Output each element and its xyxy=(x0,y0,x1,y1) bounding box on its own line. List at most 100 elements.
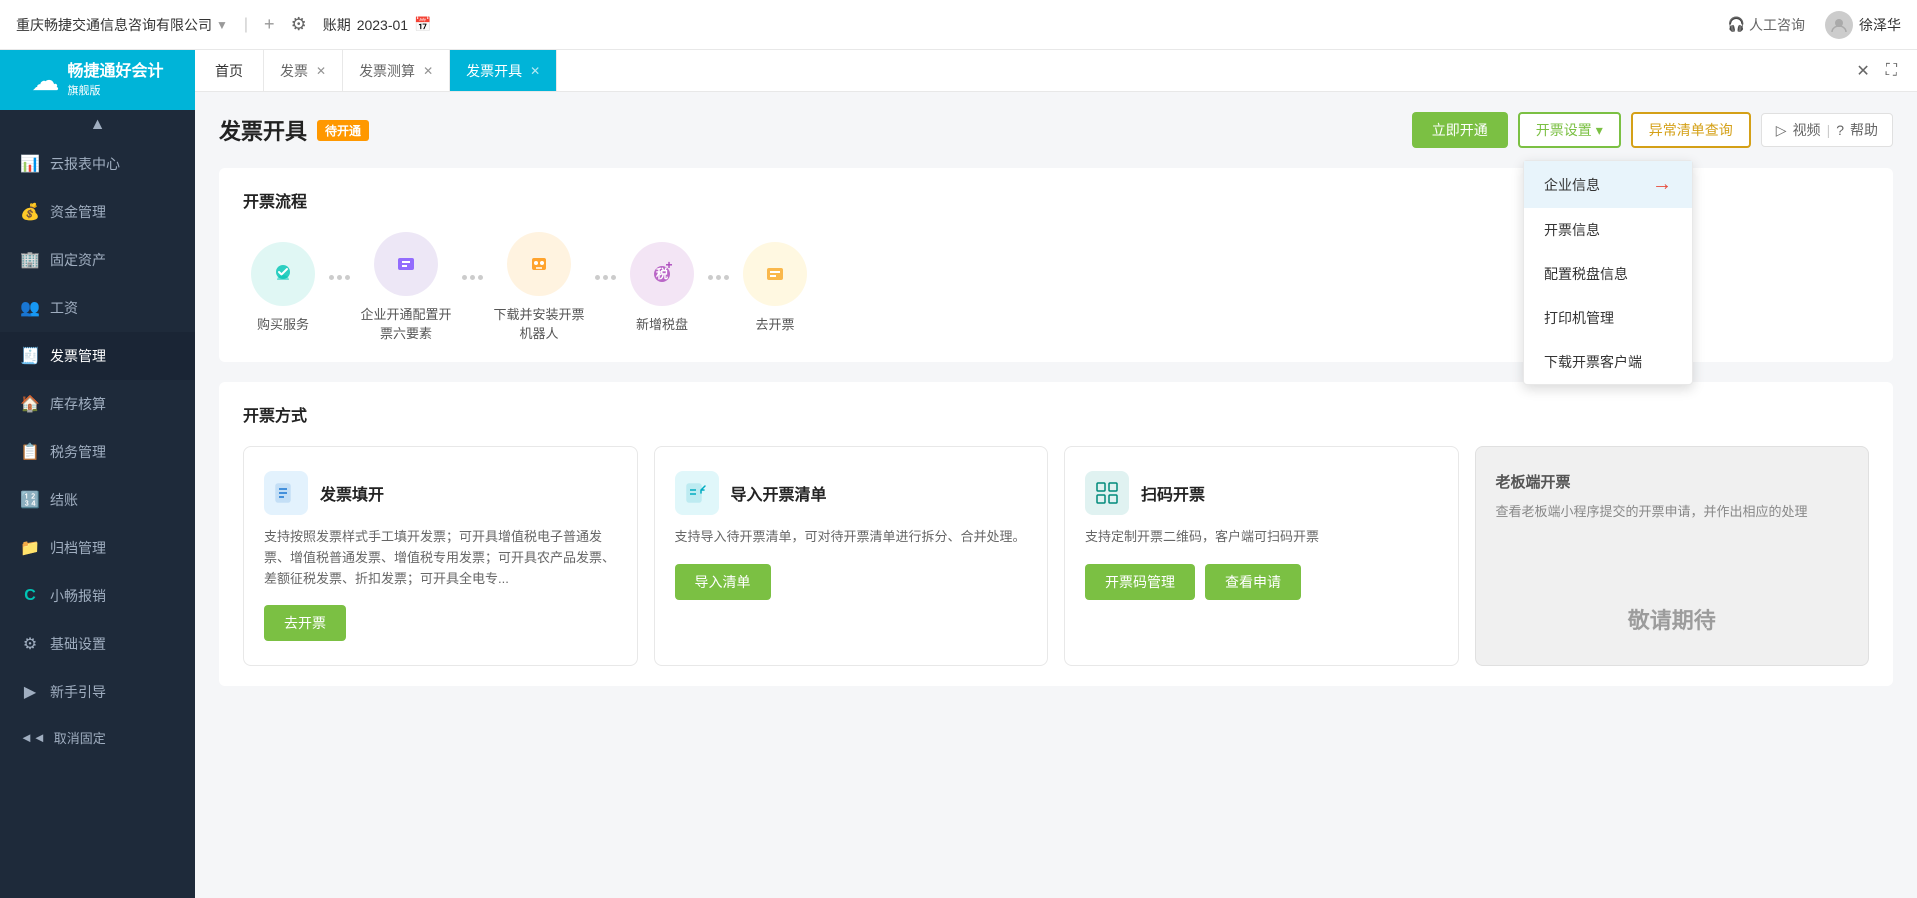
sidebar-item-fund-mgmt[interactable]: 💰 资金管理 xyxy=(0,188,195,236)
settings-icon: ⚙ xyxy=(20,634,40,654)
user-menu-button[interactable]: 徐泽华 xyxy=(1825,11,1901,39)
main-layout: ☁ 畅捷通好会计 旗舰版 ▲ 📊 云报表中心 💰 资金管理 🏢 固定资产 👥 工… xyxy=(0,50,1917,898)
sidebar-item-label: 税务管理 xyxy=(50,442,106,462)
sidebar-item-fixed-assets[interactable]: 🏢 固定资产 xyxy=(0,236,195,284)
page-title: 发票开具 待开通 xyxy=(219,114,369,146)
dropdown-item-download-client[interactable]: 下载开票客户端 xyxy=(1524,340,1692,384)
sidebar-item-salary[interactable]: 👥 工资 xyxy=(0,284,195,332)
sidebar-item-mini-report[interactable]: C 小畅报销 xyxy=(0,572,195,620)
customer-service-button[interactable]: 🎧 人工咨询 xyxy=(1728,15,1805,35)
fund-icon: 💰 xyxy=(20,202,40,222)
method-card-boss: 老板端开票 查看老板端小程序提交的开票申请，并作出相应的处理 敬请期待 xyxy=(1475,446,1870,666)
scan-icon xyxy=(1085,471,1129,515)
method-card-scan: 扫码开票 支持定制开票二维码，客户端可扫码开票 开票码管理 查看申请 xyxy=(1064,446,1459,666)
close-all-tabs-button[interactable]: ✕ xyxy=(1852,57,1873,85)
tab-invoice[interactable]: 发票 ✕ xyxy=(264,50,343,91)
buy-service-icon xyxy=(251,242,315,306)
manual-fill-title: 发票填开 xyxy=(320,481,384,505)
inventory-icon: 🏠 xyxy=(20,394,40,414)
expand-button[interactable]: ⛶ xyxy=(1882,58,1901,84)
sidebar-item-label: 固定资产 xyxy=(50,250,106,270)
go-invoice-label: 去开票 xyxy=(735,314,815,333)
settings-dropdown: 企业信息 → 开票信息 配置税盘信息 打印机管理 下 xyxy=(1523,160,1693,385)
guide-icon: ▶ xyxy=(20,682,40,702)
sidebar-item-label: 发票管理 xyxy=(50,346,106,366)
salary-icon: 👥 xyxy=(20,298,40,318)
tax-icon: 📋 xyxy=(20,442,40,462)
sidebar-item-new-guide[interactable]: ▶ 新手引导 xyxy=(0,668,195,716)
page-title-text: 发票开具 xyxy=(219,114,307,146)
import-list-desc: 支持导入待开票清单，可对待开票清单进行拆分、合并处理。 xyxy=(675,527,1028,548)
svg-text:+: + xyxy=(665,258,672,272)
title-actions: 立即开通 开票设置 ▾ 异常清单查询 ▷ 视频 | ? 帮助 xyxy=(1412,112,1893,148)
import-list-icon xyxy=(675,471,719,515)
sidebar-item-label: 资金管理 xyxy=(50,202,106,222)
tab-home[interactable]: 首页 xyxy=(195,50,264,91)
boss-title: 老板端开票 xyxy=(1496,471,1849,492)
printer-mgmt-label: 打印机管理 xyxy=(1544,310,1614,326)
view-application-button[interactable]: 查看申请 xyxy=(1205,564,1301,600)
sidebar-unpin-button[interactable]: ◄◄ 取消固定 xyxy=(0,716,195,759)
flow-dots-1 xyxy=(329,275,350,280)
sidebar-logo: ☁ 畅捷通好会计 旗舰版 xyxy=(0,50,195,110)
sidebar-item-label: 基础设置 xyxy=(50,634,106,654)
video-label: 视频 xyxy=(1793,120,1821,140)
header-settings-icon[interactable]: ⚙ xyxy=(291,14,307,35)
settings-arrow-icon: ▾ xyxy=(1596,122,1603,139)
add-company-button[interactable]: + xyxy=(264,14,275,35)
flow-step-buy: 购买服务 xyxy=(243,242,323,333)
dropdown-item-printer-mgmt[interactable]: 打印机管理 xyxy=(1524,296,1692,340)
page-title-row: 发票开具 待开通 立即开通 开票设置 ▾ 异常清单查询 ▷ 视频 | ? xyxy=(219,112,1893,148)
cloud-report-icon: 📊 xyxy=(20,154,40,174)
settings-button[interactable]: 开票设置 ▾ xyxy=(1518,112,1621,148)
page-content: 发票开具 待开通 立即开通 开票设置 ▾ 异常清单查询 ▷ 视频 | ? xyxy=(195,92,1917,898)
dropdown-item-tax-disk[interactable]: 配置税盘信息 xyxy=(1524,252,1692,296)
download-robot-icon xyxy=(507,232,571,296)
tab-invoice-tool[interactable]: 发票开具 ✕ xyxy=(450,50,557,91)
scan-desc: 支持定制开票二维码，客户端可扫码开票 xyxy=(1085,527,1438,548)
manual-fill-button[interactable]: 去开票 xyxy=(264,605,346,641)
period-value: 2023-01 xyxy=(357,17,408,33)
import-list-button[interactable]: 导入清单 xyxy=(675,564,771,600)
activate-button[interactable]: 立即开通 xyxy=(1412,112,1508,148)
invoice-icon: 🧾 xyxy=(20,346,40,366)
sidebar-item-label: 库存核算 xyxy=(50,394,106,414)
dropdown-arrow-icon: → xyxy=(1652,173,1672,196)
config-enterprise-label: 企业开通配置开票六要素 xyxy=(356,304,456,342)
help-label: 帮助 xyxy=(1850,120,1878,140)
flow-step-download: 下载并安装开票机器人 xyxy=(489,232,589,342)
coming-soon-text: 敬请期待 xyxy=(1476,603,1869,635)
tab-invoice-close[interactable]: ✕ xyxy=(316,64,326,78)
play-icon: ▷ xyxy=(1776,122,1787,139)
tab-invoice-test[interactable]: 发票测算 ✕ xyxy=(343,50,450,91)
settings-label: 开票设置 xyxy=(1536,120,1592,140)
exception-list-button[interactable]: 异常清单查询 xyxy=(1631,112,1751,148)
unpin-label: 取消固定 xyxy=(54,728,106,747)
dropdown-item-company-info[interactable]: 企业信息 → xyxy=(1524,161,1692,208)
logo-text: 畅捷通好会计 xyxy=(67,62,163,81)
sidebar-item-label: 小畅报销 xyxy=(50,586,106,606)
sidebar-item-label: 归档管理 xyxy=(50,538,106,558)
sidebar-item-invoice-mgmt[interactable]: 🧾 发票管理 xyxy=(0,332,195,380)
import-list-title: 导入开票清单 xyxy=(731,481,827,505)
top-header: 重庆畅捷交通信息咨询有限公司 ▼ | + ⚙ 账期 2023-01 📅 🎧 人工… xyxy=(0,0,1917,50)
sidebar-item-cloud-report[interactable]: 📊 云报表中心 xyxy=(0,140,195,188)
sidebar-item-tax-mgmt[interactable]: 📋 税务管理 xyxy=(0,428,195,476)
company-selector[interactable]: 重庆畅捷交通信息咨询有限公司 ▼ xyxy=(16,15,228,35)
sidebar-item-basic-settings[interactable]: ⚙ 基础设置 xyxy=(0,620,195,668)
manual-fill-desc: 支持按照发票样式手工填开发票；可开具增值税电子普通发票、增值税普通发票、增值税专… xyxy=(264,527,617,589)
tab-invoice-test-close[interactable]: ✕ xyxy=(423,64,433,78)
scan-title: 扫码开票 xyxy=(1141,481,1205,505)
tab-invoice-tool-close[interactable]: ✕ xyxy=(530,64,540,78)
dropdown-item-invoice-info[interactable]: 开票信息 xyxy=(1524,208,1692,252)
sidebar-item-accounting[interactable]: 🔢 结账 xyxy=(0,476,195,524)
tab-invoice-tool-label: 发票开具 xyxy=(466,61,522,81)
sidebar-item-inventory[interactable]: 🏠 库存核算 xyxy=(0,380,195,428)
boss-desc: 查看老板端小程序提交的开票申请，并作出相应的处理 xyxy=(1496,502,1849,523)
qr-code-mgmt-button[interactable]: 开票码管理 xyxy=(1085,564,1195,600)
calendar-icon[interactable]: 📅 xyxy=(414,16,431,33)
sidebar-scroll-up[interactable]: ▲ xyxy=(0,110,195,140)
video-button[interactable]: ▷ 视频 | ? 帮助 xyxy=(1761,113,1893,147)
fixed-assets-icon: 🏢 xyxy=(20,250,40,270)
sidebar-item-archive[interactable]: 📁 归档管理 xyxy=(0,524,195,572)
